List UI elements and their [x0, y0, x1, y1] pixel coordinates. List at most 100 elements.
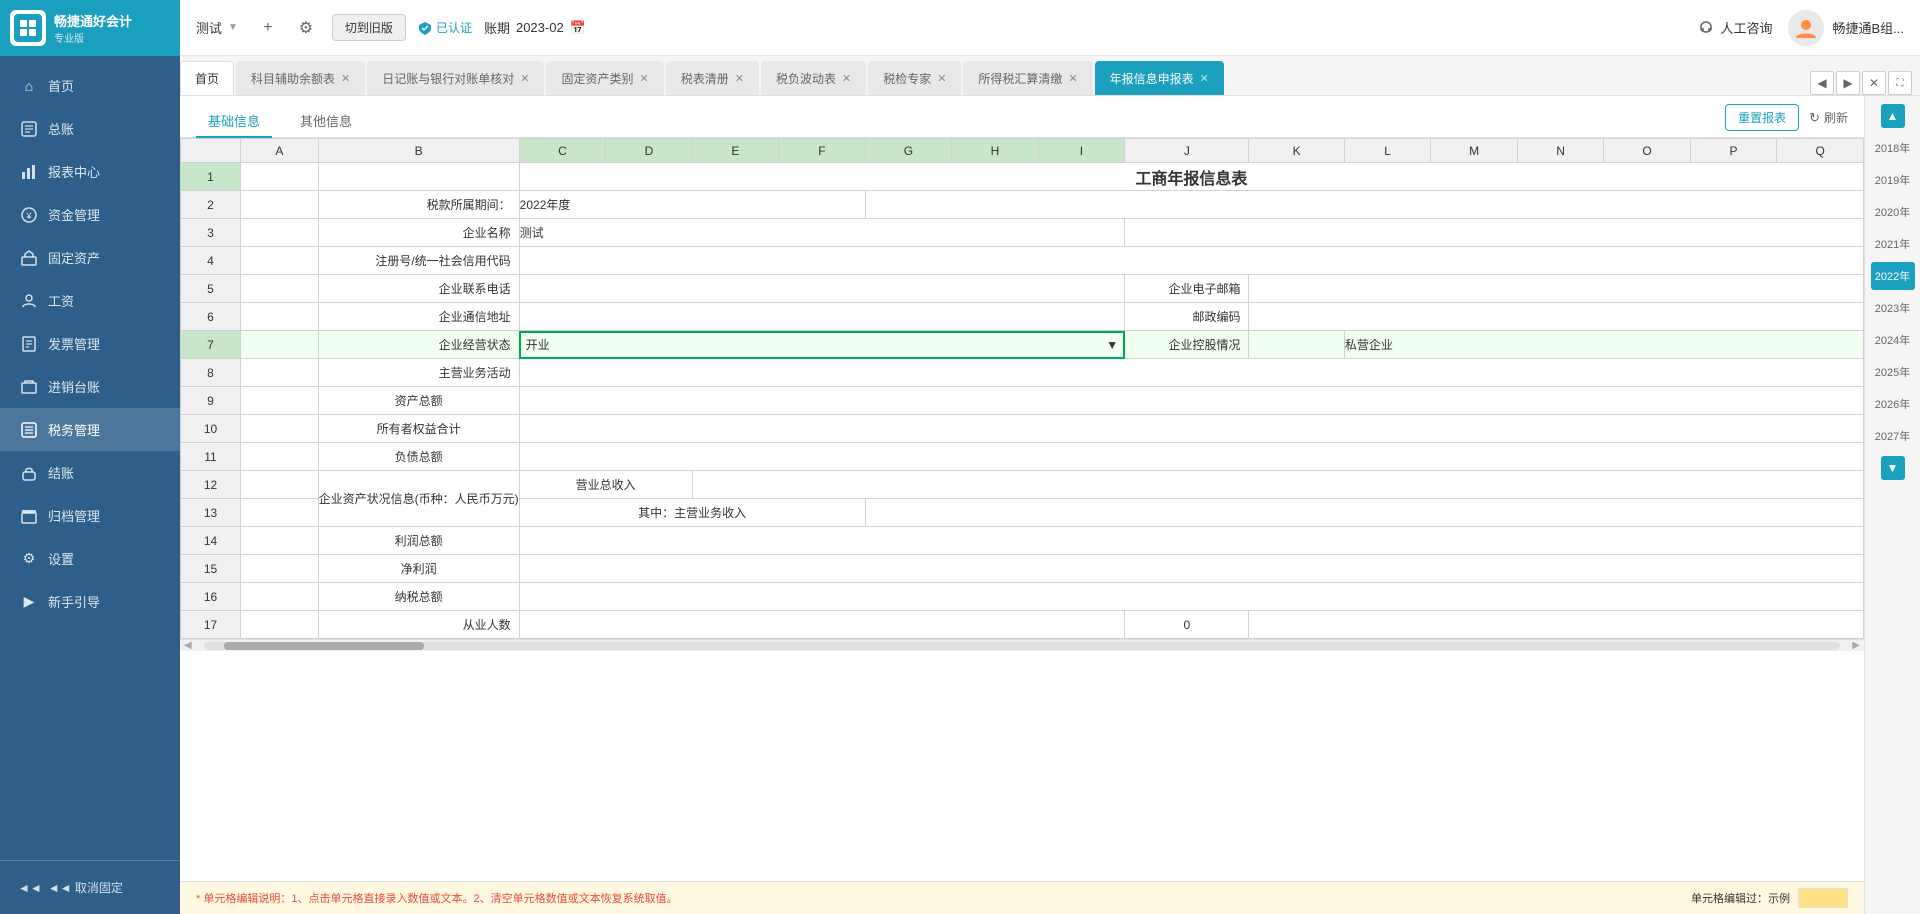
tab-close-icon[interactable]: ✕ [735, 72, 744, 85]
year-2023[interactable]: 2023年 [1871, 294, 1915, 322]
sidebar-item-close-account[interactable]: 结账 [0, 451, 180, 494]
col-g[interactable]: G [865, 139, 952, 163]
cell-17a[interactable] [241, 611, 319, 639]
col-f[interactable]: F [779, 139, 866, 163]
cell-13g[interactable] [865, 499, 1863, 527]
sidebar-item-payroll[interactable]: 工资 [0, 279, 180, 322]
cell-1b[interactable] [318, 163, 519, 191]
tab-tax-inspector[interactable]: 税检专家 ✕ [868, 61, 961, 95]
cell-3-rest[interactable] [1125, 219, 1864, 247]
sub-tab-basic[interactable]: 基础信息 [196, 105, 272, 138]
year-2027[interactable]: 2027年 [1871, 422, 1915, 450]
cell-2c[interactable]: 2022年度 [519, 191, 865, 219]
sidebar-item-guide[interactable]: ▶ 新手引导 [0, 580, 180, 623]
tab-prev-btn[interactable]: ◀ [1810, 71, 1834, 95]
refresh-btn[interactable]: ↻ 刷新 [1809, 109, 1848, 126]
year-scroll-up-btn[interactable]: ▲ [1881, 104, 1905, 128]
cell-8c[interactable] [519, 359, 1863, 387]
cell-3c[interactable]: 测试 [519, 219, 1125, 247]
cell-5k[interactable] [1249, 275, 1864, 303]
cell-17c[interactable] [519, 611, 1125, 639]
cell-11a[interactable] [241, 443, 319, 471]
cell-6k[interactable] [1249, 303, 1864, 331]
scroll-thumb[interactable] [224, 642, 424, 650]
col-h[interactable]: H [952, 139, 1039, 163]
cell-9c[interactable] [519, 387, 1863, 415]
cell-1-title[interactable]: 工商年报信息表 [519, 163, 1863, 191]
tab-home[interactable]: 首页 [180, 61, 234, 95]
tab-close-icon[interactable]: ✕ [937, 72, 946, 85]
cell-6c[interactable] [519, 303, 1125, 331]
sidebar-item-home[interactable]: ⌂ 首页 [0, 64, 180, 107]
col-a[interactable]: A [241, 139, 319, 163]
year-2025[interactable]: 2025年 [1871, 358, 1915, 386]
tab-annual-report[interactable]: 年报信息申报表 ✕ [1095, 61, 1224, 95]
tab-next-btn[interactable]: ▶ [1836, 71, 1860, 95]
year-2019[interactable]: 2019年 [1871, 166, 1915, 194]
company-selector[interactable]: 测试 ▼ [196, 18, 238, 37]
cell-7l[interactable]: 私营企业 [1344, 331, 1863, 359]
year-scroll-down-btn[interactable]: ▼ [1881, 456, 1905, 480]
tab-fixed-assets[interactable]: 固定资产类别 ✕ [546, 61, 663, 95]
cell-11c[interactable] [519, 443, 1863, 471]
sidebar-item-tax[interactable]: 税务管理 [0, 408, 180, 451]
sidebar-item-report-center[interactable]: 报表中心 [0, 150, 180, 193]
col-p[interactable]: P [1690, 139, 1777, 163]
tab-expand-btn[interactable]: ⛶ [1888, 71, 1912, 95]
tab-close-icon[interactable]: ✕ [1068, 72, 1077, 85]
cell-3a[interactable] [241, 219, 319, 247]
cell-2a[interactable] [241, 191, 319, 219]
cell-4a[interactable] [241, 247, 319, 275]
cell-15c[interactable] [519, 555, 1863, 583]
col-c[interactable]: C [519, 139, 606, 163]
col-e[interactable]: E [692, 139, 779, 163]
cell-15a[interactable] [241, 555, 319, 583]
tab-income-tax[interactable]: 所得税汇算清缴 ✕ [963, 61, 1092, 95]
cell-5a[interactable] [241, 275, 319, 303]
col-i[interactable]: I [1038, 139, 1125, 163]
reset-report-btn[interactable]: 重置报表 [1725, 104, 1799, 131]
cell-2-rest[interactable] [865, 191, 1863, 219]
switch-old-btn[interactable]: 切到旧版 [332, 14, 406, 41]
sidebar-item-sales-purchase[interactable]: 进销台账 [0, 365, 180, 408]
col-n[interactable]: N [1517, 139, 1604, 163]
cell-5c[interactable] [519, 275, 1125, 303]
year-2020[interactable]: 2020年 [1871, 198, 1915, 226]
tab-close-icon[interactable]: ✕ [1200, 72, 1209, 85]
col-q[interactable]: Q [1777, 139, 1864, 163]
cell-9a[interactable] [241, 387, 319, 415]
sidebar-item-archive[interactable]: 归档管理 [0, 494, 180, 537]
col-d[interactable]: D [606, 139, 693, 163]
tab-close-icon[interactable]: ✕ [341, 72, 350, 85]
sidebar-item-settings[interactable]: ⚙ 设置 [0, 537, 180, 580]
cell-14c[interactable] [519, 527, 1863, 555]
scroll-right-btn[interactable]: ▶ [1848, 640, 1864, 651]
tab-aux-balance[interactable]: 科目辅助余额表 ✕ [236, 61, 365, 95]
sub-tab-other[interactable]: 其他信息 [288, 105, 364, 138]
col-j[interactable]: J [1125, 139, 1249, 163]
cell-13a[interactable] [241, 499, 319, 527]
settings-btn[interactable]: ⚙ [292, 14, 320, 42]
tab-close-all-btn[interactable]: ✕ [1862, 71, 1886, 95]
tab-tax-table[interactable]: 税表清册 ✕ [666, 61, 759, 95]
sidebar-item-fixed-assets[interactable]: 固定资产 [0, 236, 180, 279]
year-2022[interactable]: 2022年 [1871, 262, 1915, 290]
col-m[interactable]: M [1431, 139, 1518, 163]
cell-1a[interactable] [241, 163, 319, 191]
calendar-icon[interactable]: 📅 [570, 20, 586, 36]
tab-close-icon[interactable]: ✕ [842, 72, 851, 85]
service-btn[interactable]: 人工咨询 [1698, 18, 1772, 37]
year-2026[interactable]: 2026年 [1871, 390, 1915, 418]
sidebar-item-general-ledger[interactable]: 总账 [0, 107, 180, 150]
cell-12a[interactable] [241, 471, 319, 499]
spreadsheet-container[interactable]: A B C D E F G H I J K L [180, 138, 1864, 881]
year-2018[interactable]: 2018年 [1871, 134, 1915, 162]
cell-17k[interactable] [1249, 611, 1864, 639]
cell-17j[interactable]: 0 [1125, 611, 1249, 639]
col-k[interactable]: K [1249, 139, 1344, 163]
add-btn[interactable]: + [254, 14, 282, 42]
tab-close-icon[interactable]: ✕ [520, 72, 529, 85]
cell-6a[interactable] [241, 303, 319, 331]
scroll-left-btn[interactable]: ◀ [180, 640, 196, 651]
user-info[interactable]: 畅捷通B组... [1788, 10, 1904, 46]
